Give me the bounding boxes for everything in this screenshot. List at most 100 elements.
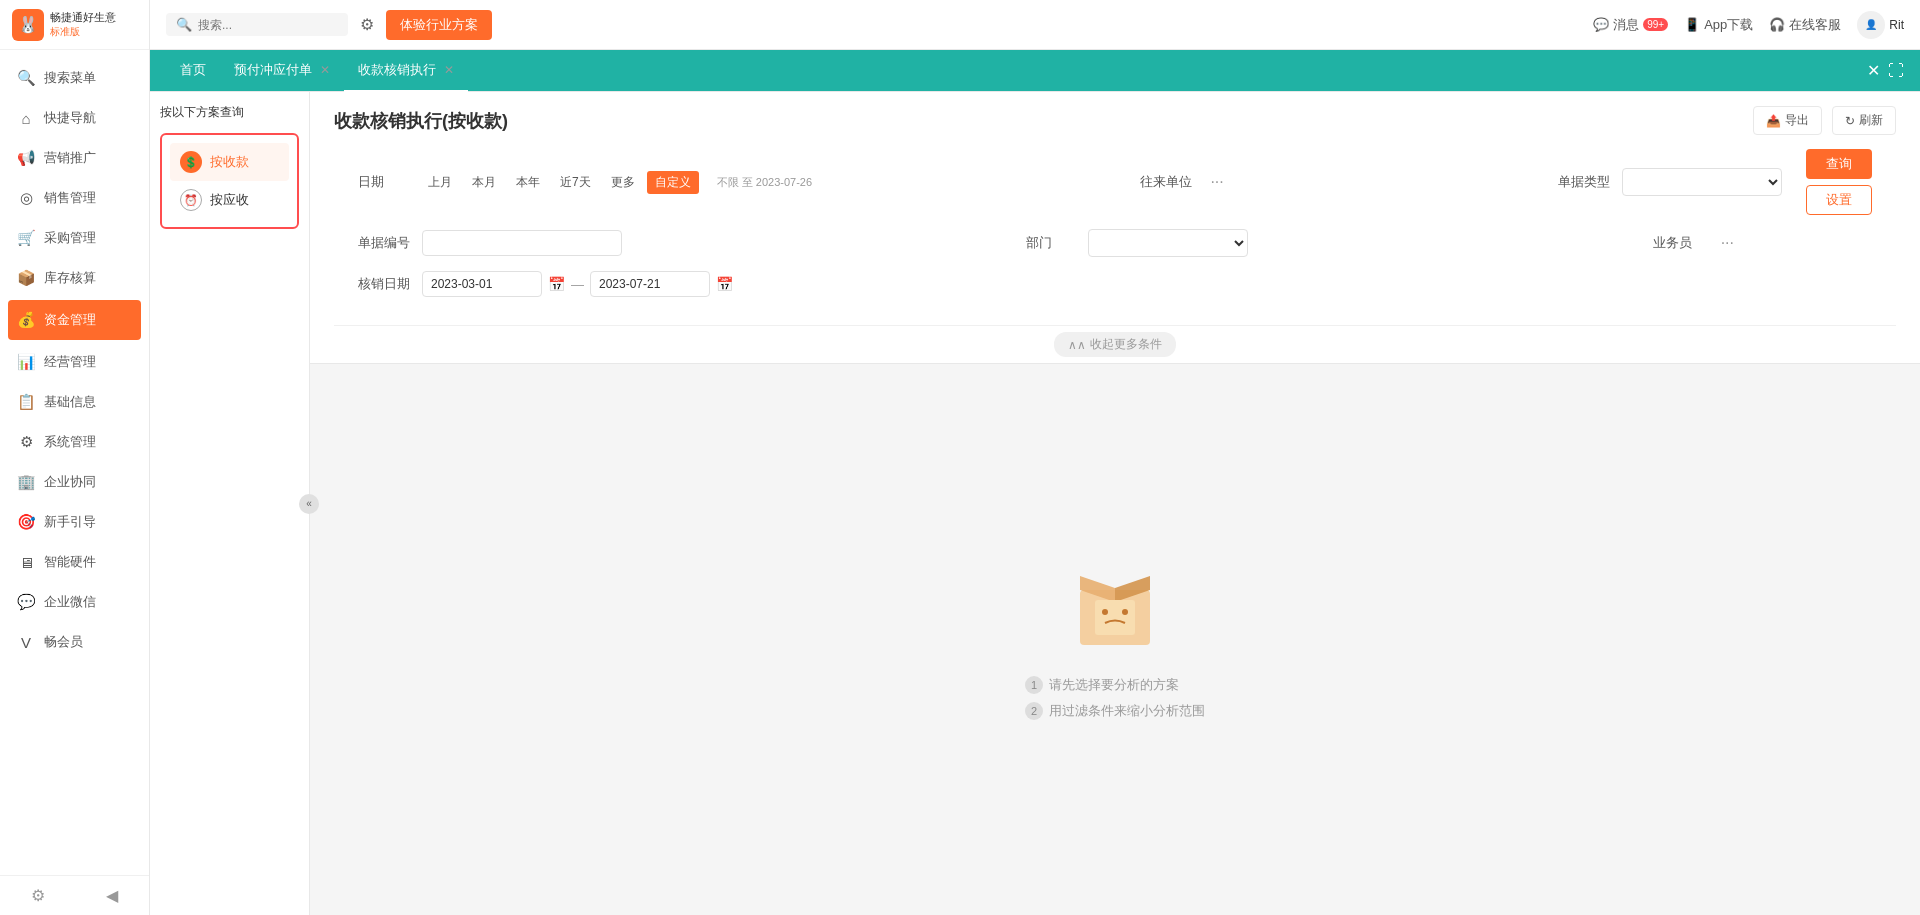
home-icon: ⌂ [16,108,36,128]
sidebar-item-member[interactable]: V 畅会员 [0,622,149,662]
verification-start-input[interactable] [422,271,542,297]
sidebar-item-inventory[interactable]: 📦 库存核算 [0,258,149,298]
topbar-search-box[interactable]: 🔍 [166,13,348,36]
partner-dots-btn[interactable]: ··· [1204,173,1229,191]
date-tabs: 上月 本月 本年 近7天 更多 自定义 [420,171,699,194]
settings-button[interactable]: 设置 [1806,185,1872,215]
svg-point-3 [1122,609,1128,615]
app-download-button[interactable]: 📱 App下载 [1684,16,1753,34]
filter-row-1: 日期 上月 本月 本年 近7天 更多 自定义 不限 至 2023-07-26 [358,149,1872,215]
online-service-button[interactable]: 🎧 在线客服 [1769,16,1841,34]
tab-prepay[interactable]: 预付冲应付单 ✕ [220,50,344,92]
partner-label: 往来单位 [1140,173,1192,191]
sidebar-item-system[interactable]: ⚙ 系统管理 [0,422,149,462]
message-icon: 💬 [1593,17,1609,32]
calendar-end-icon[interactable]: 📅 [716,276,733,292]
member-icon: V [16,632,36,652]
verification-end-input[interactable] [590,271,710,297]
logo-icon: 🐰 [12,9,44,41]
collection-icon: 💲 [180,151,202,173]
staff-label: 业务员 [1653,234,1703,252]
tabbar-actions: ✕ ⛶ [1867,61,1904,80]
sidebar-item-finance[interactable]: 💰 资金管理 [8,300,141,340]
sidebar-item-quick-nav[interactable]: ⌂ 快捷导航 [0,98,149,138]
panel-title: 按以下方案查询 [160,104,299,121]
purchase-icon: 🛒 [16,228,36,248]
tabbar: 首页 预付冲应付单 ✕ 收款核销执行 ✕ ✕ ⛶ [150,50,1920,92]
date-tab-7days[interactable]: 近7天 [552,171,599,194]
app-icon: 📱 [1684,17,1700,32]
svg-rect-1 [1095,600,1135,635]
tab-prepay-close[interactable]: ✕ [320,63,330,77]
sidebar-item-enterprise[interactable]: 🏢 企业协同 [0,462,149,502]
sidebar-item-purchase[interactable]: 🛒 采购管理 [0,218,149,258]
operations-icon: 📊 [16,352,36,372]
message-button[interactable]: 💬 消息 99+ [1593,16,1668,34]
header-actions: 📤 导出 ↻ 刷新 [1753,106,1896,135]
verification-date-group: 📅 — 📅 [422,271,733,297]
main-area: 🔍 ⚙ 体验行业方案 💬 消息 99+ 📱 App下载 🎧 在线客服 👤 Rit [150,0,1920,915]
sidebar-item-hardware[interactable]: 🖥 智能硬件 [0,542,149,582]
department-label: 部门 [1026,234,1076,252]
date-tab-this-year[interactable]: 本年 [508,171,548,194]
topbar-actions: 💬 消息 99+ 📱 App下载 🎧 在线客服 👤 Rit [1593,11,1904,39]
date-tab-last-month[interactable]: 上月 [420,171,460,194]
topbar: 🔍 ⚙ 体验行业方案 💬 消息 99+ 📱 App下载 🎧 在线客服 👤 Rit [150,0,1920,50]
step-2-icon: 2 [1025,702,1043,720]
system-icon: ⚙ [16,432,36,452]
tab-home[interactable]: 首页 [166,50,220,92]
page-title: 收款核销执行(按收款) [334,109,508,133]
department-select[interactable] [1088,229,1248,257]
filter-type-box: 💲 按收款 ⏰ 按应收 [160,133,299,229]
collapse-more-row: ∧∧ 收起更多条件 [334,325,1896,363]
empty-svg [1065,560,1165,660]
doc-no-input[interactable] [422,230,622,256]
sidebar-item-sales[interactable]: ◎ 销售管理 [0,178,149,218]
sidebar-menu: 🔍 搜索菜单 ⌂ 快捷导航 📢 营销推广 ◎ 销售管理 🛒 采购管理 📦 库存核… [0,50,149,875]
refresh-button[interactable]: ↻ 刷新 [1832,106,1896,135]
sidebar-item-search[interactable]: 🔍 搜索菜单 [0,58,149,98]
sidebar: 🐰 畅捷通好生意 标准版 🔍 搜索菜单 ⌂ 快捷导航 📢 营销推广 ◎ 销售管理… [0,0,150,915]
doc-no-label: 单据编号 [358,234,410,252]
tab-collection-close[interactable]: ✕ [444,63,454,77]
date-tab-more[interactable]: 更多 [603,171,643,194]
right-content: 收款核销执行(按收款) 📤 导出 ↻ 刷新 [310,92,1920,915]
date-tab-this-month[interactable]: 本月 [464,171,504,194]
empty-text: 1 请先选择要分析的方案 2 用过滤条件来缩小分析范围 [1025,676,1205,720]
sidebar-bottom: ⚙ ◀ [0,875,149,915]
expand-icon[interactable]: ⛶ [1888,62,1904,80]
export-button[interactable]: 📤 导出 [1753,106,1822,135]
settings-bottom-icon[interactable]: ⚙ [31,886,45,905]
gear-icon[interactable]: ⚙ [360,15,374,34]
query-button[interactable]: 查询 [1806,149,1872,179]
receivable-icon: ⏰ [180,189,202,211]
sidebar-item-guide[interactable]: 🎯 新手引导 [0,502,149,542]
sidebar-item-wechat[interactable]: 💬 企业微信 [0,582,149,622]
staff-dots-btn[interactable]: ··· [1715,234,1740,252]
collapse-sidebar-icon[interactable]: ◀ [106,886,118,905]
panel-collapse-button[interactable]: « [299,494,319,514]
doc-type-select[interactable] [1622,168,1782,196]
service-icon: 🎧 [1769,17,1785,32]
calendar-start-icon[interactable]: 📅 [548,276,565,292]
tab-home-label: 首页 [180,61,206,79]
filter-row-3: 核销日期 📅 — 📅 [358,271,1872,297]
industry-solution-button[interactable]: 体验行业方案 [386,10,492,40]
sidebar-item-operations[interactable]: 📊 经营管理 [0,342,149,382]
filter-by-receivable[interactable]: ⏰ 按应收 [170,181,289,219]
step-1-icon: 1 [1025,676,1043,694]
export-icon: 📤 [1766,114,1781,128]
date-tab-custom[interactable]: 自定义 [647,171,699,194]
sidebar-item-basic-info[interactable]: 📋 基础信息 [0,382,149,422]
search-input[interactable] [198,18,338,32]
tab-collection[interactable]: 收款核销执行 ✕ [344,50,468,92]
filter-by-collection[interactable]: 💲 按收款 [170,143,289,181]
collapse-conditions-button[interactable]: ∧∧ 收起更多条件 [1054,332,1176,357]
tab-collection-label: 收款核销执行 [358,61,436,79]
empty-line-1: 1 请先选择要分析的方案 [1025,676,1205,694]
date-label: 日期 [358,173,408,191]
user-profile[interactable]: 👤 Rit [1857,11,1904,39]
close-tab-icon[interactable]: ✕ [1867,61,1880,80]
sidebar-item-marketing[interactable]: 📢 营销推广 [0,138,149,178]
inventory-icon: 📦 [16,268,36,288]
